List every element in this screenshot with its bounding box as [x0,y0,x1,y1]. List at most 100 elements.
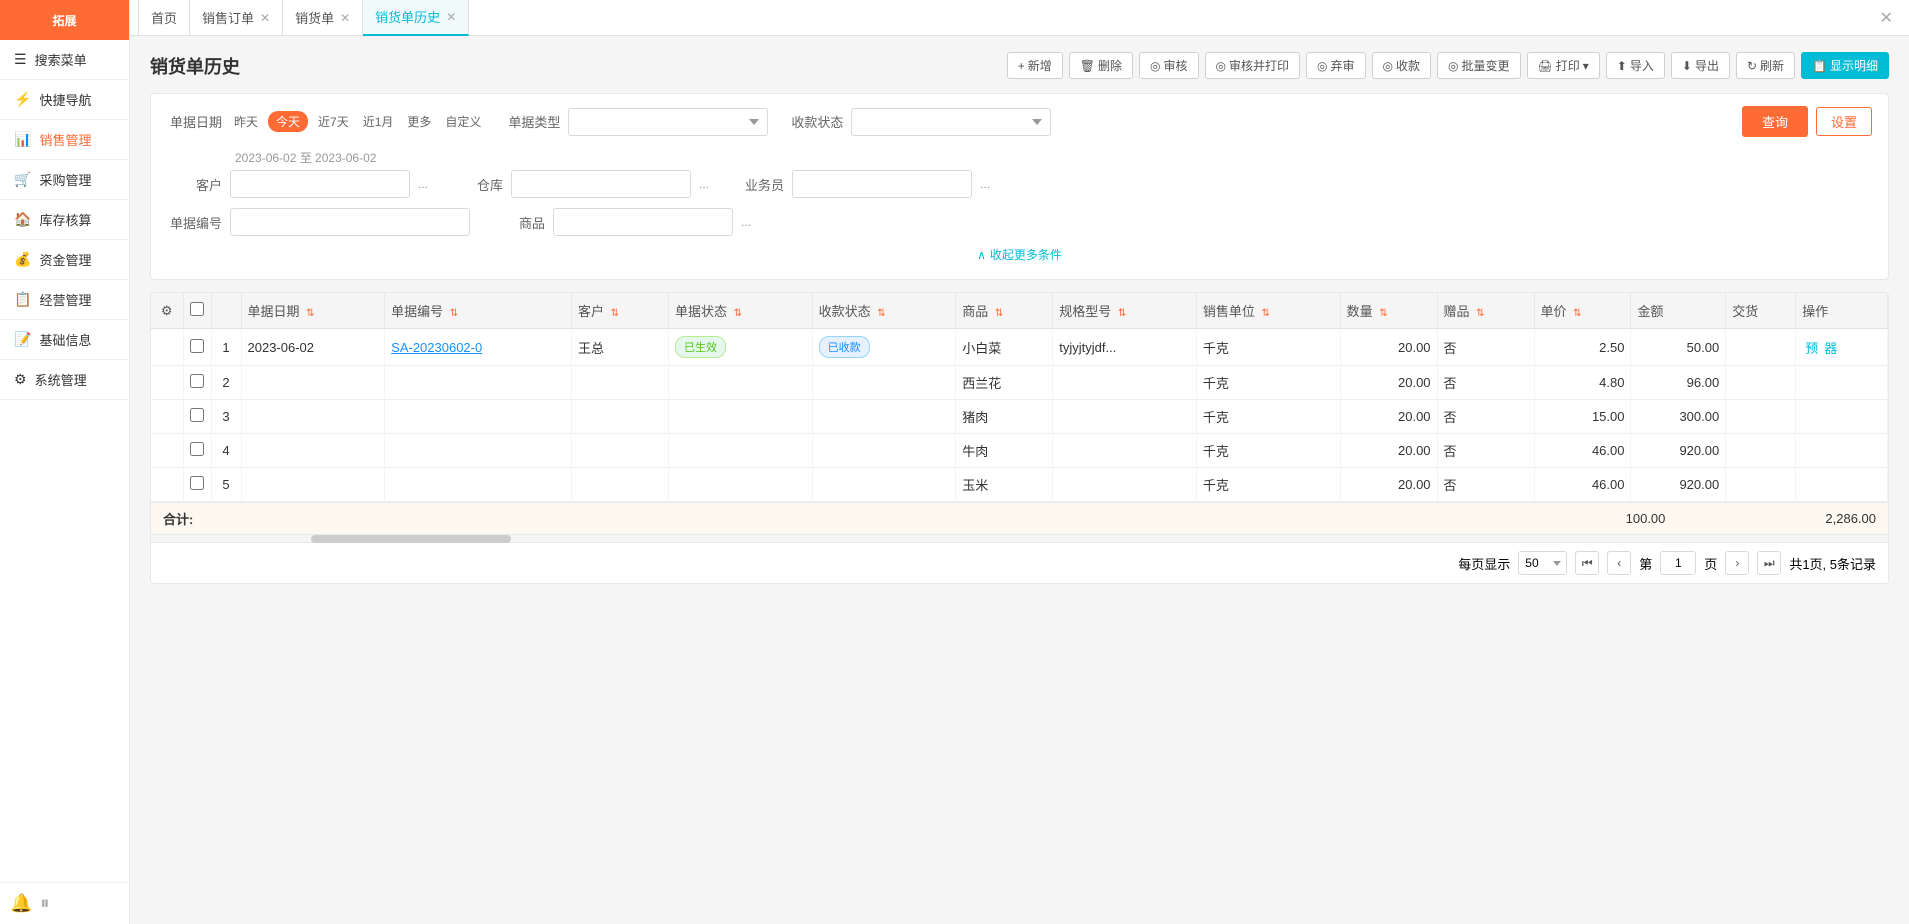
row-checkbox[interactable] [190,476,204,490]
row-checkbox[interactable] [190,374,204,388]
cell-operation [1796,400,1888,434]
show-detail-button[interactable]: 📋 显示明细 [1801,52,1889,79]
export-button[interactable]: ⬇ 导出 [1671,52,1730,79]
th-doc-number[interactable]: 单据编号 ⇅ [385,293,572,329]
shortcut-yesterday[interactable]: 昨天 [230,111,262,132]
settings-button[interactable]: 设置 [1816,107,1872,136]
cell-product: 西兰花 [956,366,1053,400]
payment-status-select[interactable] [851,108,1051,136]
shortcut-today[interactable]: 今天 [268,111,308,132]
cell-amount: 920.00 [1631,468,1726,502]
cell-unit-price: 46.00 [1534,468,1631,502]
sidebar-item-sales-mgmt[interactable]: 📊 销售管理 [0,120,129,160]
total-info: 共1页, 5条记录 [1789,554,1876,573]
tab-sales-order-close[interactable]: ✕ [260,11,270,25]
query-button[interactable]: 查询 [1742,106,1808,137]
tab-sales-delivery[interactable]: 销货单 ✕ [283,0,363,36]
th-spec[interactable]: 规格型号 ⇅ [1053,293,1197,329]
new-button[interactable]: + 新增 [1007,52,1063,79]
sidebar-item-label: 基础信息 [39,330,91,349]
table-summary: 合计: 100.00 2,286.00 [151,502,1888,534]
th-gear[interactable]: ⚙ [151,293,183,329]
select-all-checkbox[interactable] [190,302,204,316]
abandon-button[interactable]: ◎ 弃审 [1306,52,1366,79]
batch-change-label: 批量变更 [1462,57,1510,74]
doc-number-input[interactable] [230,208,470,236]
shortcut-1month[interactable]: 近1月 [359,111,398,132]
summary-total-amount: 2,286.00 [1825,511,1876,526]
scrollbar-thumb[interactable] [311,535,511,543]
close-all-tabs-button[interactable]: ✕ [1872,8,1901,28]
product-picker[interactable]: ... [741,215,751,229]
shortcut-more[interactable]: 更多 [403,111,435,132]
th-product[interactable]: 商品 ⇅ [956,293,1053,329]
op-detail-button[interactable]: 器 [1824,341,1837,356]
th-unit-price[interactable]: 单价 ⇅ [1534,293,1631,329]
op-preview-button[interactable]: 预 [1805,341,1818,356]
cell-payment-status: 已收款 [812,329,956,366]
page-number-input[interactable] [1660,551,1696,575]
import-label: 导入 [1630,57,1654,74]
tab-sales-history-close[interactable]: ✕ [446,10,456,24]
batch-change-button[interactable]: ◎ 批量变更 [1437,52,1521,79]
warehouse-picker[interactable]: ... [699,177,709,191]
sidebar-item-inventory-calc[interactable]: 🏠 库存核算 [0,200,129,240]
th-payment-status[interactable]: 收款状态 ⇅ [812,293,956,329]
sidebar-item-ops-mgmt[interactable]: 📋 经营管理 [0,280,129,320]
cell-operation [1796,468,1888,502]
pagination-bar: 每页显示 50 100 200 ⏮ ‹ 第 页 › ⏭ 共1页, 5条记录 [151,542,1888,583]
audit-print-icon: ◎ [1216,59,1226,73]
last-page-button[interactable]: ⏭ [1757,551,1781,575]
th-quantity[interactable]: 数量 ⇅ [1340,293,1437,329]
row-checkbox[interactable] [190,339,204,353]
sidebar-item-basic-info[interactable]: 📝 基础信息 [0,320,129,360]
print-button[interactable]: 🖨 打印 ▾ [1527,52,1600,79]
sidebar-item-finance-mgmt[interactable]: 💰 资金管理 [0,240,129,280]
refresh-button[interactable]: ↻ 刷新 [1736,52,1795,79]
prev-page-button[interactable]: ‹ [1607,551,1631,575]
cell-doc-date [241,400,385,434]
first-page-button[interactable]: ⏮ [1575,551,1599,575]
product-input[interactable] [553,208,733,236]
cell-quantity: 20.00 [1340,366,1437,400]
table-row: 2西兰花千克20.00否4.8096.00 [151,366,1888,400]
page-size-select[interactable]: 50 100 200 [1518,551,1567,575]
th-doc-date[interactable]: 单据日期 ⇅ [241,293,385,329]
customer-input[interactable] [230,170,410,198]
sidebar-item-search-menu[interactable]: ☰ 搜索菜单 [0,40,129,80]
doc-number-link[interactable]: SA-20230602-0 [391,340,482,355]
sidebar-bottom-icon2[interactable]: ⏸ [40,893,49,914]
shortcut-7days[interactable]: 近7天 [314,111,353,132]
tab-sales-history[interactable]: 销货单历史 ✕ [363,0,469,36]
th-sales-unit[interactable]: 销售单位 ⇅ [1196,293,1340,329]
th-gift[interactable]: 赠品 ⇅ [1437,293,1534,329]
sidebar-bottom-icon1[interactable]: 🔔 [10,893,32,914]
scrollbar-area[interactable] [151,534,1888,542]
row-checkbox[interactable] [190,408,204,422]
customer-picker[interactable]: ... [418,177,428,191]
audit-button[interactable]: ◎ 审核 [1139,52,1199,79]
tab-home[interactable]: 首页 [138,0,190,36]
delete-button[interactable]: 🗑 删除 [1069,52,1133,79]
quick-nav-icon: ⚡ [14,91,31,108]
sidebar-item-quick-nav[interactable]: ⚡ 快捷导航 [0,80,129,120]
salesperson-input[interactable] [792,170,972,198]
collect-button[interactable]: ◎ 收款 [1372,52,1432,79]
import-button[interactable]: ⬆ 导入 [1606,52,1665,79]
cell-doc-number [385,400,572,434]
th-doc-status[interactable]: 单据状态 ⇅ [668,293,812,329]
sidebar-item-purchase-mgmt[interactable]: 🛒 采购管理 [0,160,129,200]
tab-sales-order[interactable]: 销售订单 ✕ [190,0,283,36]
tab-sales-delivery-close[interactable]: ✕ [340,11,350,25]
collapse-button[interactable]: ∧ 收起更多条件 [977,246,1062,263]
sidebar-item-sys-mgmt[interactable]: ⚙ 系统管理 [0,360,129,400]
row-checkbox[interactable] [190,442,204,456]
doc-type-select[interactable] [568,108,768,136]
th-customer[interactable]: 客户 ⇅ [572,293,669,329]
cell-unit-price: 46.00 [1534,434,1631,468]
next-page-button[interactable]: › [1725,551,1749,575]
audit-print-button[interactable]: ◎ 审核并打印 [1205,52,1301,79]
shortcut-custom[interactable]: 自定义 [441,111,485,132]
salesperson-picker[interactable]: ... [980,177,990,191]
warehouse-input[interactable] [511,170,691,198]
